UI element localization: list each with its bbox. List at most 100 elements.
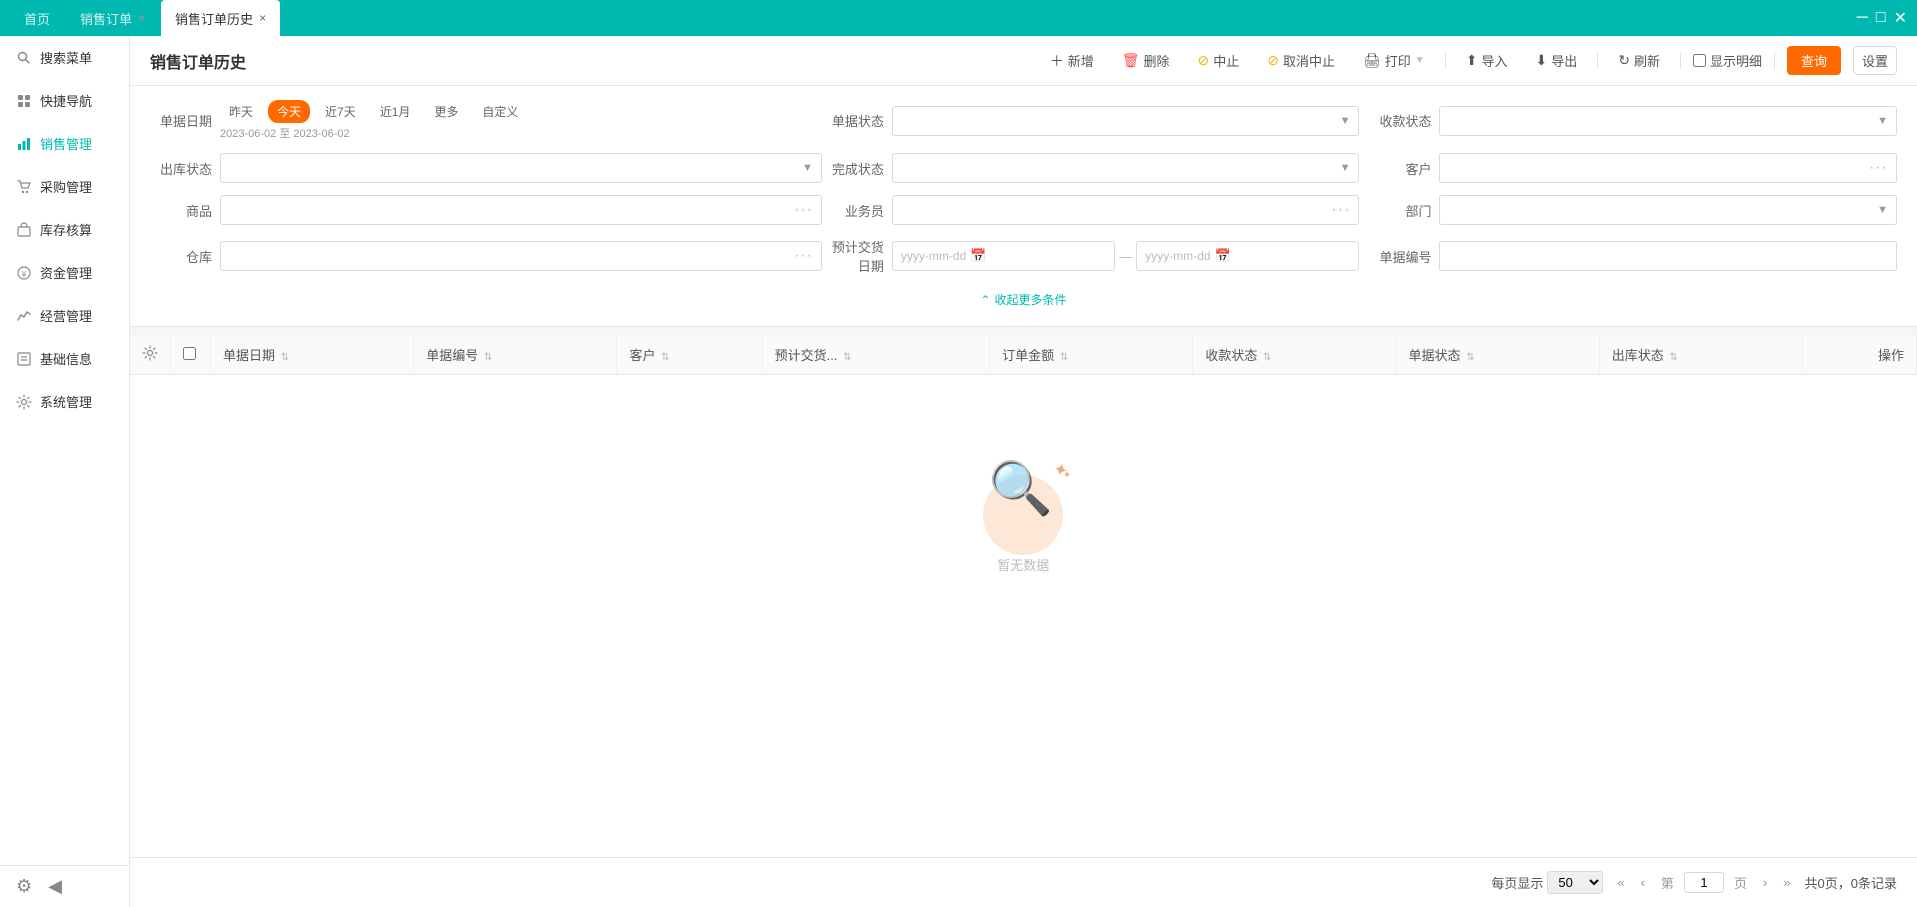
date-btn-yesterday[interactable]: 昨天 <box>220 100 262 123</box>
tab-sales-order-close[interactable]: × <box>138 11 145 25</box>
page-size-control: 每页显示 50 10 20 100 <box>1491 871 1603 894</box>
goods-input[interactable]: ··· <box>220 195 822 225</box>
pay-status-select[interactable]: ▼ <box>1439 106 1897 136</box>
sidebar-item-purchase-mgmt[interactable]: 采购管理 <box>0 165 129 208</box>
tab-home[interactable]: 首页 <box>10 0 64 36</box>
col-expected-delivery[interactable]: 预计交货... ⇅ <box>762 335 989 375</box>
calendar-start-icon[interactable]: 📅 <box>970 248 986 264</box>
table-check-col[interactable] <box>171 335 211 375</box>
inventory-icon <box>16 222 32 238</box>
last-page-btn[interactable]: » <box>1777 872 1796 893</box>
print-button[interactable]: 🖨 打印 ▼ <box>1355 47 1433 74</box>
col-date[interactable]: 单据日期 ⇅ <box>211 335 414 375</box>
col-order-amount[interactable]: 订单金额 ⇅ <box>990 335 1193 375</box>
import-button[interactable]: ⬆ 导入 <box>1458 47 1516 74</box>
close-icon[interactable]: ✕ <box>1894 8 1907 28</box>
import-icon: ⬆ <box>1466 52 1478 69</box>
separator-1 <box>1445 53 1446 69</box>
next-page-btn[interactable]: › <box>1757 872 1773 893</box>
date-btn-today[interactable]: 今天 <box>268 100 310 123</box>
sidebar-item-ops-mgmt[interactable]: 经营管理 <box>0 294 129 337</box>
maximize-icon[interactable]: □ <box>1876 9 1886 27</box>
col-out-status[interactable]: 出库状态 ⇅ <box>1599 335 1802 375</box>
col-expected-delivery-sort: ⇅ <box>843 352 851 363</box>
query-button[interactable]: 查询 <box>1787 46 1841 75</box>
search-menu-icon <box>16 50 32 66</box>
table-settings-col[interactable] <box>130 335 171 375</box>
order-number-text-input[interactable] <box>1448 249 1888 264</box>
settings-button[interactable]: 设置 <box>1853 46 1897 75</box>
sidebar-item-quick-nav[interactable]: 快捷导航 <box>0 79 129 122</box>
sidebar-settings-icon[interactable]: ⚙ <box>16 876 32 897</box>
order-status-label: 单据状态 <box>822 111 892 130</box>
tab-sales-order-history-close[interactable]: × <box>259 11 266 25</box>
filter-goods: 商品 ··· <box>150 195 822 225</box>
outbound-status-select[interactable]: ▼ <box>220 153 822 183</box>
sidebar-item-capital-mgmt[interactable]: ¥ 资金管理 <box>0 251 129 294</box>
settings-label: 设置 <box>1862 51 1888 70</box>
col-order-status-sort: ⇅ <box>1466 352 1474 363</box>
separator-4 <box>1774 53 1775 69</box>
collapse-row[interactable]: ⌃ 收起更多条件 <box>150 287 1897 312</box>
sidebar-item-capital-mgmt-label: 资金管理 <box>40 263 92 282</box>
col-date-sort: ⇅ <box>281 352 289 363</box>
page-number-input[interactable] <box>1684 872 1724 893</box>
complete-status-label: 完成状态 <box>822 159 892 178</box>
sidebar-collapse-icon[interactable]: ◀ <box>48 876 62 897</box>
customer-input[interactable]: ··· <box>1439 153 1897 183</box>
delivery-date-end[interactable]: yyyy-mm-dd 📅 <box>1136 241 1359 271</box>
warehouse-dots[interactable]: ··· <box>794 247 813 265</box>
sidebar-item-sys-mgmt[interactable]: 系统管理 <box>0 380 129 423</box>
salesperson-input[interactable]: ··· <box>892 195 1360 225</box>
sidebar-item-sales-mgmt[interactable]: 销售管理 <box>0 122 129 165</box>
delivery-date-start[interactable]: yyyy-mm-dd 📅 <box>892 241 1115 271</box>
complete-status-select[interactable]: ▼ <box>892 153 1360 183</box>
sidebar-item-search-menu[interactable]: 搜索菜单 <box>0 36 129 79</box>
delivery-end-placeholder: yyyy-mm-dd <box>1145 249 1210 263</box>
col-pay-status-sort: ⇅ <box>1263 352 1271 363</box>
refresh-button[interactable]: ↻ 刷新 <box>1610 47 1668 74</box>
order-status-select[interactable]: ▼ <box>892 106 1360 136</box>
order-number-input[interactable] <box>1439 241 1897 271</box>
date-btn-more[interactable]: 更多 <box>425 100 467 123</box>
outbound-status-arrow: ▼ <box>802 162 813 174</box>
display-toggle-checkbox[interactable] <box>1693 54 1706 67</box>
prev-page-btn[interactable]: ‹ <box>1635 872 1651 893</box>
calendar-end-icon[interactable]: 📅 <box>1215 248 1231 264</box>
date-btn-1month[interactable]: 近1月 <box>371 100 420 123</box>
select-all-checkbox[interactable] <box>183 347 196 360</box>
filter-outbound-status: 出库状态 ▼ <box>150 153 822 183</box>
department-select[interactable]: ▼ <box>1439 195 1897 225</box>
expected-delivery-label: 预计交货日期 <box>822 237 892 275</box>
col-customer[interactable]: 客户 ⇅ <box>617 335 762 375</box>
sidebar-item-basic-info[interactable]: 基础信息 <box>0 337 129 380</box>
export-icon: ⬇ <box>1535 52 1547 69</box>
col-number[interactable]: 单据编号 ⇅ <box>414 335 617 375</box>
salesperson-dots[interactable]: ··· <box>1331 201 1350 219</box>
sidebar-item-inventory[interactable]: 库存核算 <box>0 208 129 251</box>
minimize-icon[interactable]: ─ <box>1857 9 1868 27</box>
filter-row-warehouse: 仓库 ··· 预计交货日期 yyyy-mm-dd 📅 — <box>150 237 1897 275</box>
export-button[interactable]: ⬇ 导出 <box>1527 47 1585 74</box>
page-size-select[interactable]: 50 10 20 100 <box>1547 871 1603 894</box>
tab-sales-order-history[interactable]: 销售订单历史 × <box>161 0 280 36</box>
complete-status-arrow: ▼ <box>1340 162 1351 174</box>
warehouse-input[interactable]: ··· <box>220 241 822 271</box>
display-toggle[interactable]: 显示明细 <box>1693 51 1762 70</box>
date-btn-7days[interactable]: 近7天 <box>316 100 365 123</box>
delete-button[interactable]: 🗑 删除 <box>1114 47 1178 74</box>
col-pay-status[interactable]: 收款状态 ⇅ <box>1193 335 1396 375</box>
date-btn-custom[interactable]: 自定义 <box>473 100 527 123</box>
stop-button[interactable]: ⊘ 中止 <box>1190 47 1248 74</box>
cancel-stop-button[interactable]: ⊘ 取消中止 <box>1259 47 1343 74</box>
page-title: 销售订单历史 <box>150 49 246 73</box>
sidebar-item-ops-mgmt-label: 经营管理 <box>40 306 92 325</box>
add-button[interactable]: ＋ 新增 <box>1042 47 1102 75</box>
data-table: 单据日期 ⇅ 单据编号 ⇅ 客户 ⇅ 预计交货... <box>130 335 1917 654</box>
first-page-btn[interactable]: « <box>1611 872 1630 893</box>
tab-sales-order[interactable]: 销售订单 × <box>66 0 159 36</box>
goods-dots[interactable]: ··· <box>794 201 813 219</box>
customer-dots[interactable]: ··· <box>1869 159 1888 177</box>
col-order-status[interactable]: 单据状态 ⇅ <box>1396 335 1599 375</box>
empty-state-row: 🔍 ✦ ✦ 暂无数据 <box>130 375 1917 655</box>
